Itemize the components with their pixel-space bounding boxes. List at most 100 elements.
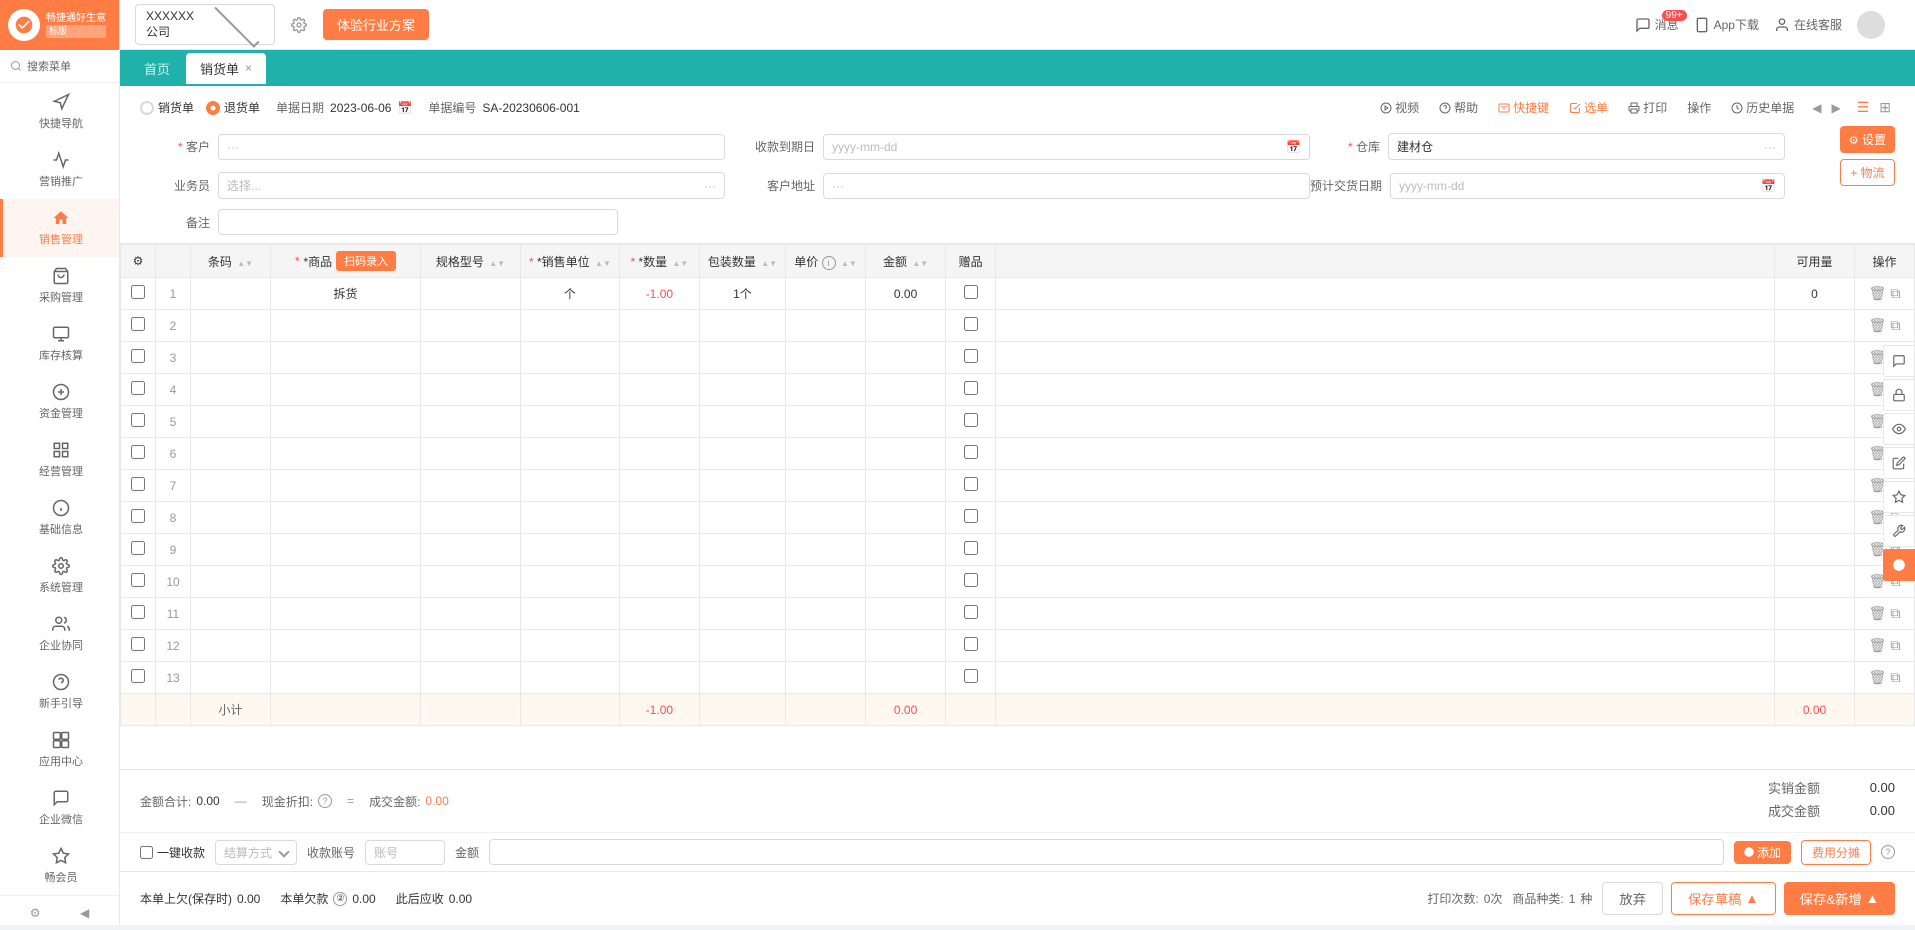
price-info-icon[interactable]: i xyxy=(822,256,836,270)
product-cell-7[interactable] xyxy=(271,502,421,534)
sidebar-item-marketing[interactable]: 营销推广 xyxy=(0,141,119,199)
barcode-cell-11[interactable] xyxy=(191,630,271,662)
salesperson-input[interactable]: 选择... ··· xyxy=(218,172,725,199)
tab-close-icon[interactable]: × xyxy=(245,61,252,75)
pack-cell-10[interactable] xyxy=(699,598,785,630)
qty-cell-1[interactable] xyxy=(619,310,699,342)
price-cell-3[interactable] xyxy=(786,374,866,406)
delete-row-btn-10[interactable]: 🗑 xyxy=(1869,605,1887,622)
operation-btn[interactable]: 操作 xyxy=(1681,96,1717,119)
price-cell-4[interactable] xyxy=(786,406,866,438)
amount-cell-11[interactable] xyxy=(866,630,946,662)
price-cell-8[interactable] xyxy=(786,534,866,566)
trial-button[interactable]: 体验行业方案 xyxy=(323,9,429,40)
pack-cell-0[interactable]: 1个 xyxy=(699,278,785,310)
copy-row-btn-11[interactable]: ⧉ xyxy=(1890,637,1900,654)
barcode-cell-9[interactable] xyxy=(191,566,271,598)
gift-cell-11[interactable] xyxy=(946,630,996,662)
payment-amount-input[interactable] xyxy=(489,839,1724,865)
row-select-checkbox[interactable] xyxy=(131,413,145,427)
one-click-payment-check[interactable] xyxy=(140,846,153,859)
qty-cell-11[interactable] xyxy=(619,630,699,662)
amount-cell-5[interactable] xyxy=(866,438,946,470)
row-select-checkbox[interactable] xyxy=(131,285,145,299)
gift-checkbox-6[interactable] xyxy=(964,477,978,491)
barcode-cell-3[interactable] xyxy=(191,374,271,406)
online-service-item[interactable]: 在线客服 xyxy=(1774,16,1842,33)
draft-button[interactable]: 保存草稿 ▲ xyxy=(1671,882,1776,915)
spec-cell-10[interactable] xyxy=(421,598,521,630)
price-cell-9[interactable] xyxy=(786,566,866,598)
product-cell-2[interactable] xyxy=(271,342,421,374)
sidebar-item-quick-nav[interactable]: 快捷导航 xyxy=(0,83,119,141)
amount-cell-7[interactable] xyxy=(866,502,946,534)
amount-cell-0[interactable]: 0.00 xyxy=(866,278,946,310)
delete-row-btn-11[interactable]: 🗑 xyxy=(1869,637,1887,654)
discard-button[interactable]: 放弃 xyxy=(1602,882,1663,915)
copy-row-btn-12[interactable]: ⧉ xyxy=(1890,669,1900,686)
view-grid-icon[interactable]: ⊞ xyxy=(1875,97,1895,118)
gift-cell-12[interactable] xyxy=(946,662,996,694)
delete-row-btn-0[interactable]: 🗑 xyxy=(1869,285,1887,302)
customer-input[interactable]: ··· xyxy=(218,134,725,160)
qty-cell-10[interactable] xyxy=(619,598,699,630)
pack-cell-8[interactable] xyxy=(699,534,785,566)
save-button[interactable]: 保存&新增 ▲ xyxy=(1784,882,1895,915)
video-btn[interactable]: 视频 xyxy=(1374,96,1425,119)
help-btn[interactable]: 帮助 xyxy=(1433,96,1484,119)
spec-cell-4[interactable] xyxy=(421,406,521,438)
spec-cell-11[interactable] xyxy=(421,630,521,662)
gift-checkbox-7[interactable] xyxy=(964,509,978,523)
row-select-checkbox[interactable] xyxy=(131,509,145,523)
pack-cell-6[interactable] xyxy=(699,470,785,502)
unit-cell-5[interactable] xyxy=(521,438,620,470)
gift-cell-8[interactable] xyxy=(946,534,996,566)
messages-icon-item[interactable]: 消息 99+ xyxy=(1635,16,1679,33)
spec-cell-12[interactable] xyxy=(421,662,521,694)
barcode-cell-12[interactable] xyxy=(191,662,271,694)
barcode-cell-7[interactable] xyxy=(191,502,271,534)
float-star-btn[interactable] xyxy=(1883,481,1915,513)
pack-cell-3[interactable] xyxy=(699,374,785,406)
barcode-cell-0[interactable] xyxy=(191,278,271,310)
due-date-calendar-icon[interactable]: 📅 xyxy=(1286,140,1301,154)
gift-checkbox-10[interactable] xyxy=(964,605,978,619)
price-cell-12[interactable] xyxy=(786,662,866,694)
gift-cell-9[interactable] xyxy=(946,566,996,598)
sidebar-item-base-info[interactable]: 基础信息 xyxy=(0,489,119,547)
note-input[interactable] xyxy=(218,209,618,235)
qty-cell-9[interactable] xyxy=(619,566,699,598)
gift-cell-3[interactable] xyxy=(946,374,996,406)
barcode-cell-8[interactable] xyxy=(191,534,271,566)
pack-cell-7[interactable] xyxy=(699,502,785,534)
qty-cell-8[interactable] xyxy=(619,534,699,566)
row-select-checkbox[interactable] xyxy=(131,349,145,363)
total-debt-info-icon[interactable]: ② xyxy=(333,892,347,906)
float-chat-btn[interactable] xyxy=(1883,345,1915,377)
price-cell-10[interactable] xyxy=(786,598,866,630)
sidebar-settings-icon[interactable]: ⚙ xyxy=(30,906,41,920)
row-select-checkbox[interactable] xyxy=(131,573,145,587)
row-select-checkbox[interactable] xyxy=(131,317,145,331)
nav-next-icon[interactable]: ▶ xyxy=(1827,99,1844,117)
sidebar-collapse-icon[interactable]: ◀ xyxy=(80,906,89,920)
sidebar-item-capital[interactable]: 资金管理 xyxy=(0,373,119,431)
gift-cell-7[interactable] xyxy=(946,502,996,534)
amount-cell-12[interactable] xyxy=(866,662,946,694)
amount-cell-1[interactable] xyxy=(866,310,946,342)
warehouse-input[interactable]: 建材仓 ··· xyxy=(1388,133,1785,160)
sidebar-item-wechat[interactable]: 企业微信 xyxy=(0,779,119,837)
sidebar-item-operations[interactable]: 经营管理 xyxy=(0,431,119,489)
view-list-icon[interactable]: ☰ xyxy=(1853,97,1874,118)
unit-cell-8[interactable] xyxy=(521,534,620,566)
print-info[interactable]: 打印次数: 0次 xyxy=(1427,890,1502,907)
product-cell-4[interactable] xyxy=(271,406,421,438)
qty-cell-4[interactable] xyxy=(619,406,699,438)
sidebar-item-purchase[interactable]: 采购管理 xyxy=(0,257,119,315)
history-btn[interactable]: 历史单据 xyxy=(1725,96,1800,119)
product-cell-10[interactable] xyxy=(271,598,421,630)
shortcut-btn[interactable]: 快捷键 xyxy=(1492,96,1555,119)
delete-row-btn-1[interactable]: 🗑 xyxy=(1869,317,1887,334)
product-cell-9[interactable] xyxy=(271,566,421,598)
barcode-cell-6[interactable] xyxy=(191,470,271,502)
